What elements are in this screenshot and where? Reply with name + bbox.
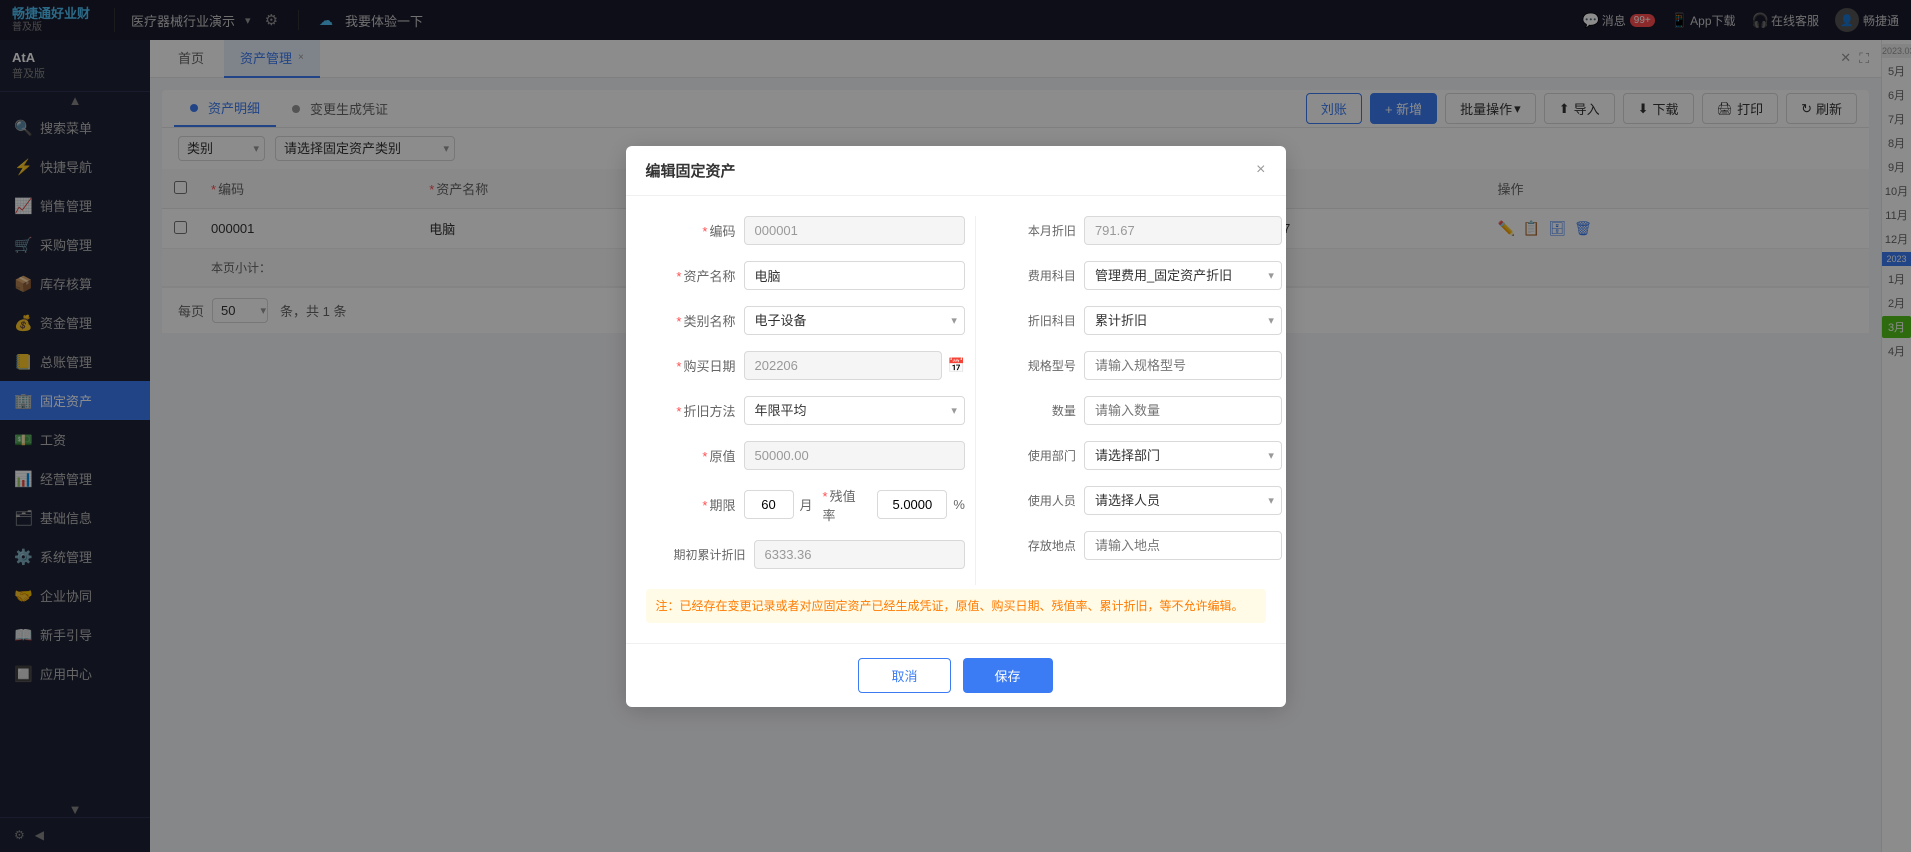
original-value-input[interactable]: [744, 441, 965, 470]
person-select[interactable]: 请选择人员: [1084, 486, 1282, 515]
modal-body: *编码 *资产名称 *类别名称: [626, 196, 1286, 643]
location-label: 存放地点: [986, 537, 1076, 554]
initial-depreciation-label: 期初累计折旧: [656, 546, 746, 563]
modal-header: 编辑固定资产 ×: [626, 146, 1286, 196]
purchase-date-input[interactable]: [744, 351, 942, 380]
category-select-wrapper[interactable]: 电子设备 机械设备 办公设备: [744, 306, 965, 335]
form-row-location: 存放地点: [986, 531, 1282, 560]
modal-footer: 取消 保存: [626, 643, 1286, 707]
period-label: *期限: [656, 495, 736, 514]
depreciation-method-select-wrapper[interactable]: 年限平均 工作量法: [744, 396, 965, 425]
residual-rate-star: *残值率: [823, 486, 868, 524]
quantity-label: 数量: [986, 402, 1076, 419]
form-row-original-value: *原值: [656, 441, 965, 470]
asset-name-label: *资产名称: [656, 266, 736, 285]
department-select[interactable]: 请选择部门: [1084, 441, 1282, 470]
person-select-wrapper[interactable]: 请选择人员: [1084, 486, 1282, 515]
form-row-category: *类别名称 电子设备 机械设备 办公设备: [656, 306, 965, 335]
form-row-depreciation-method: *折旧方法 年限平均 工作量法: [656, 396, 965, 425]
code-input[interactable]: [744, 216, 965, 245]
modal-close-button[interactable]: ×: [1256, 161, 1265, 179]
depreciation-method-label: *折旧方法: [656, 401, 736, 420]
form-grid: *编码 *资产名称 *类别名称: [646, 216, 1266, 585]
period-group: 月 *残值率 %: [744, 486, 965, 524]
expense-subject-select-wrapper[interactable]: 管理费用_固定资产折旧: [1084, 261, 1282, 290]
expense-subject-label: 费用科目: [986, 267, 1076, 284]
form-row-period: *期限 月 *残值率 %: [656, 486, 965, 524]
form-row-code: *编码: [656, 216, 965, 245]
form-row-depreciation-subject: 折旧科目 累计折旧: [986, 306, 1282, 335]
modal-title: 编辑固定资产: [646, 160, 736, 181]
period-unit: 月: [800, 495, 813, 514]
person-label: 使用人员: [986, 492, 1076, 509]
depreciation-method-select[interactable]: 年限平均 工作量法: [744, 396, 965, 425]
spec-label: 规格型号: [986, 357, 1076, 374]
monthly-depreciation-label: 本月折旧: [986, 222, 1076, 239]
edit-asset-modal: 编辑固定资产 × *编码 *资产名称: [626, 146, 1286, 707]
spec-input[interactable]: [1084, 351, 1282, 380]
purchase-date-group: 📅: [744, 351, 965, 380]
form-row-expense-subject: 费用科目 管理费用_固定资产折旧: [986, 261, 1282, 290]
modal-overlay: 编辑固定资产 × *编码 *资产名称: [0, 0, 1911, 852]
calendar-icon[interactable]: 📅: [948, 357, 965, 374]
cancel-button[interactable]: 取消: [858, 658, 950, 693]
department-select-wrapper[interactable]: 请选择部门: [1084, 441, 1282, 470]
residual-rate-unit: %: [953, 497, 965, 512]
form-row-monthly-depreciation: 本月折旧: [986, 216, 1282, 245]
form-left-col: *编码 *资产名称 *类别名称: [646, 216, 975, 585]
code-label: *编码: [656, 221, 736, 240]
form-right-col: 本月折旧 费用科目 管理费用_固定资产折旧: [975, 216, 1292, 585]
modal-note: 注：已经存在变更记录或者对应固定资产已经生成凭证，原值、购买日期、残值率、累计折…: [646, 589, 1266, 623]
depreciation-subject-select[interactable]: 累计折旧: [1084, 306, 1282, 335]
category-select[interactable]: 电子设备 机械设备 办公设备: [744, 306, 965, 335]
form-row-spec: 规格型号: [986, 351, 1282, 380]
residual-rate-input[interactable]: [877, 490, 947, 519]
form-row-department: 使用部门 请选择部门: [986, 441, 1282, 470]
monthly-depreciation-input[interactable]: [1084, 216, 1282, 245]
form-row-initial-depreciation: 期初累计折旧: [656, 540, 965, 569]
quantity-input[interactable]: [1084, 396, 1282, 425]
save-button[interactable]: 保存: [963, 658, 1053, 693]
expense-subject-select[interactable]: 管理费用_固定资产折旧: [1084, 261, 1282, 290]
department-label: 使用部门: [986, 447, 1076, 464]
form-row-purchase-date: *购买日期 📅: [656, 351, 965, 380]
depreciation-subject-select-wrapper[interactable]: 累计折旧: [1084, 306, 1282, 335]
location-input[interactable]: [1084, 531, 1282, 560]
original-value-label: *原值: [656, 446, 736, 465]
period-input[interactable]: [744, 490, 794, 519]
depreciation-subject-label: 折旧科目: [986, 312, 1076, 329]
asset-name-input[interactable]: [744, 261, 965, 290]
purchase-date-label: *购买日期: [656, 356, 736, 375]
form-row-person: 使用人员 请选择人员: [986, 486, 1282, 515]
initial-depreciation-input[interactable]: [754, 540, 965, 569]
category-label: *类别名称: [656, 311, 736, 330]
form-row-asset-name: *资产名称: [656, 261, 965, 290]
form-row-quantity: 数量: [986, 396, 1282, 425]
